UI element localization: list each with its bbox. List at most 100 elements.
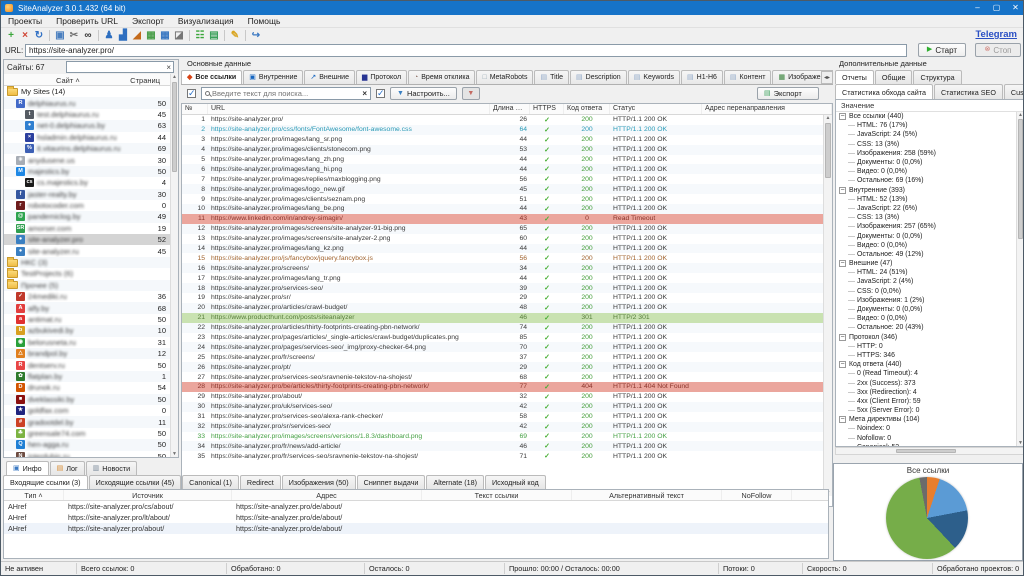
url-row[interactable]: 8 https://site-analyzer.pro/images/logo_n… (182, 184, 823, 195)
info-subtab-6[interactable]: Alternate (18) (426, 475, 484, 489)
links-table-header[interactable]: Тип ˄ Источник Адрес Текст ссылки Альтернати… (4, 490, 828, 501)
column-header-3[interactable]: HTTPS (530, 104, 564, 114)
stats-tree-row[interactable]: 5xx (Server Error): 0 (836, 406, 1016, 415)
project-site-row[interactable]: SR amorser.com 19 (4, 223, 170, 234)
start-button[interactable]: ▶ Старт (918, 43, 966, 57)
project-site-row[interactable]: ★ goldfax.com 0 (4, 405, 170, 416)
menu-item-2[interactable]: Экспорт (125, 16, 171, 26)
project-site-row[interactable]: ● site-analyzer.ru 45 (4, 245, 170, 256)
sites-scrollbar[interactable]: ▲ ▼ (170, 74, 178, 457)
menu-item-4[interactable]: Помощь (241, 16, 288, 26)
right-subtab-0[interactable]: Статистика обхода сайта (835, 84, 933, 99)
url-input[interactable] (25, 44, 907, 57)
right-subtab-1[interactable]: Статистика SEO (933, 84, 1003, 99)
screenshot-icon[interactable]: ▦ (158, 30, 172, 42)
url-row[interactable]: 1 https://site-analyzer.pro/26 ✓ 200 HTTP/1.… (182, 115, 823, 125)
telegram-link[interactable]: Telegram (975, 29, 1017, 40)
project-site-row[interactable]: ☘ greensale74.com 50 (4, 428, 170, 439)
info-subtab-3[interactable]: Redirect (239, 475, 281, 489)
structure-icon[interactable]: ☷ (193, 30, 207, 42)
crawl-icon[interactable]: ♟ (102, 30, 116, 42)
url-row[interactable]: 22 https://site-analyzer.pro/articles/thi… (182, 322, 823, 333)
minimize-button[interactable]: – (968, 1, 987, 15)
url-row[interactable]: 9 https://site-analyzer.pro/images/client… (182, 194, 823, 204)
url-row[interactable]: 30 https://site-analyzer.pro/uk/services-… (182, 401, 823, 412)
stats-tree-row[interactable]: − Внутренние (393) (836, 186, 1016, 195)
project-site-row[interactable]: ◉ belorusneta.ru 31 (4, 337, 170, 348)
url-row[interactable]: 25 https://site-analyzer.pro/fr/screens/3… (182, 352, 823, 362)
site-column-header[interactable]: Сайт ˄ (56, 76, 80, 85)
stats-tree-row[interactable]: Видео: 0 (0,0%) (836, 241, 1016, 250)
project-site-row[interactable]: Rdentserv.ru 50 (4, 359, 170, 370)
stats-tree-row[interactable]: − Код ответа (440) (836, 360, 1016, 369)
url-row[interactable]: 11 https://www.linkedin.com/in/andrey-sim… (182, 213, 823, 224)
url-row[interactable]: 7 https://site-analyzer.pro/images/replie… (182, 174, 823, 184)
project-site-row[interactable]: Ddrunok.ru 54 (4, 382, 170, 393)
collapse-icon[interactable]: − (839, 333, 846, 341)
add-project-icon[interactable]: + (4, 30, 18, 42)
url-row[interactable]: 34 https://site-analyzer.pro/fr/news/add-… (182, 441, 823, 452)
info-subtab-7[interactable]: Исходный код (484, 475, 546, 489)
link-row[interactable]: AHref https://site-analyzer.pro/about/htt… (4, 523, 828, 534)
url-row[interactable]: 17 https://site-analyzer.pro/images/lang_… (182, 273, 823, 283)
url-row[interactable]: 5 https://site-analyzer.pro/images/lang_z… (182, 155, 823, 165)
stats-tree-row[interactable]: Остальное: 20 (43%) (836, 323, 1016, 332)
sites-filter-input[interactable]: × (66, 61, 174, 73)
info-subtab-1[interactable]: Исходящие ссылки (45) (88, 475, 182, 489)
tabs-scroll-arrows[interactable]: ◂▸ (820, 71, 833, 84)
url-row[interactable]: 16 https://site-analyzer.pro/screens/34 ✓ 2… (182, 263, 823, 274)
column-header-2[interactable]: Длина URL (490, 104, 530, 114)
stats-tree-row[interactable]: HTML: 52 (13%) (836, 195, 1016, 204)
tab-внутренние[interactable]: ▣ Внутренние (243, 70, 304, 84)
project-site-row[interactable]: △ brandpol.by 12 (4, 347, 170, 360)
search-box[interactable]: × (201, 87, 371, 100)
url-row[interactable]: 18 https://site-analyzer.pro/services-seo… (182, 283, 823, 294)
collapse-icon[interactable]: − (839, 260, 846, 268)
project-folder-row[interactable]: Прочее (5) (4, 279, 170, 292)
stats-tree-row[interactable]: 4xx (Client Error): 59 (836, 397, 1016, 406)
url-row[interactable]: 29 https://site-analyzer.pro/about/32 ✓ 200… (182, 392, 823, 402)
clear-search-icon[interactable]: × (359, 89, 370, 98)
stats-tree-row[interactable]: HTTP: 0 (836, 342, 1016, 351)
stats-tree-row[interactable]: Canonical: 52 (836, 443, 1016, 446)
stats-tree-row[interactable]: Изображения: 257 (65%) (836, 222, 1016, 231)
project-site-row[interactable]: b azbukivedi.by 10 (4, 325, 170, 337)
project-folder-row[interactable]: НКС (3) (4, 256, 170, 269)
url-row[interactable]: 20 https://site-analyzer.pro/articles/cra… (182, 302, 823, 313)
stats-tree-row[interactable]: Остальное: 49 (12%) (836, 250, 1016, 259)
project-site-row[interactable]: @ pandemiclog.by 49 (4, 211, 170, 223)
project-folder-row[interactable]: My Sites (14) (4, 86, 170, 97)
project-site-row[interactable]: ✳ anydusene.us 30 (4, 154, 170, 165)
stats-tree-row[interactable]: − Внешние (47) (836, 259, 1016, 268)
info-subtab-0[interactable]: Входящие ссылки (3) (3, 475, 88, 489)
menu-item-0[interactable]: Проекты (1, 16, 49, 26)
tab-metarobots[interactable]: □ MetaRobots (476, 70, 534, 84)
project-site-row[interactable]: ✓ 24mediki.ru 36 (4, 291, 170, 302)
paint-icon[interactable]: ✎ (228, 30, 242, 42)
url-row[interactable]: 23 https://site-analyzer.pro/pages/articl… (182, 333, 823, 343)
links-column-header-0[interactable]: Тип ˄ (4, 490, 64, 500)
stats-tree-row[interactable]: CSS: 13 (3%) (836, 213, 1016, 222)
links-column-header-2[interactable]: Адрес (232, 490, 422, 500)
stats-tree-row[interactable]: Видео: 0 (0,0%) (836, 167, 1016, 176)
export-button[interactable]: ▤ Экспорт (757, 87, 819, 100)
image-report-icon[interactable]: ▦ (144, 30, 158, 42)
links-column-header-3[interactable]: Текст ссылки (422, 490, 572, 500)
links-column-header-4[interactable]: Альтернативный текст (572, 490, 722, 500)
stats-tree-row[interactable]: 2xx (Success): 373 (836, 378, 1016, 387)
tab-все-ссылки[interactable]: ◆ Все ссылки (181, 70, 243, 84)
stats-tree-row[interactable]: HTML: 76 (17%) (836, 121, 1016, 130)
search-icon[interactable]: ∞ (81, 30, 95, 42)
project-site-row[interactable]: t test.delphiaurus.ru 45 (4, 109, 170, 120)
url-row[interactable]: 4 https://site-analyzer.pro/images/client… (182, 144, 823, 155)
project-site-row[interactable]: ● net-0.delphiaurus.by 63 (4, 120, 170, 132)
tab-протокол[interactable]: ▆ Протокол (355, 70, 408, 84)
info-tab-0[interactable]: ▣ Инфо (6, 461, 49, 475)
url-row[interactable]: 14 https://site-analyzer.pro/images/lang_… (182, 243, 823, 254)
url-row[interactable]: 32 https://site-analyzer.pro/sr/services-… (182, 421, 823, 432)
url-row[interactable]: 28 https://site-analyzer.pro/be/articles/… (182, 382, 823, 392)
project-site-row[interactable]: f jaster-realty.by 30 (4, 188, 170, 200)
stats-horizontal-scrollbar[interactable] (835, 447, 1023, 455)
url-row[interactable]: 15 https://site-analyzer.pro/js/fancybox/… (182, 253, 823, 263)
project-site-row[interactable]: # gradootdel.by 11 (4, 416, 170, 428)
